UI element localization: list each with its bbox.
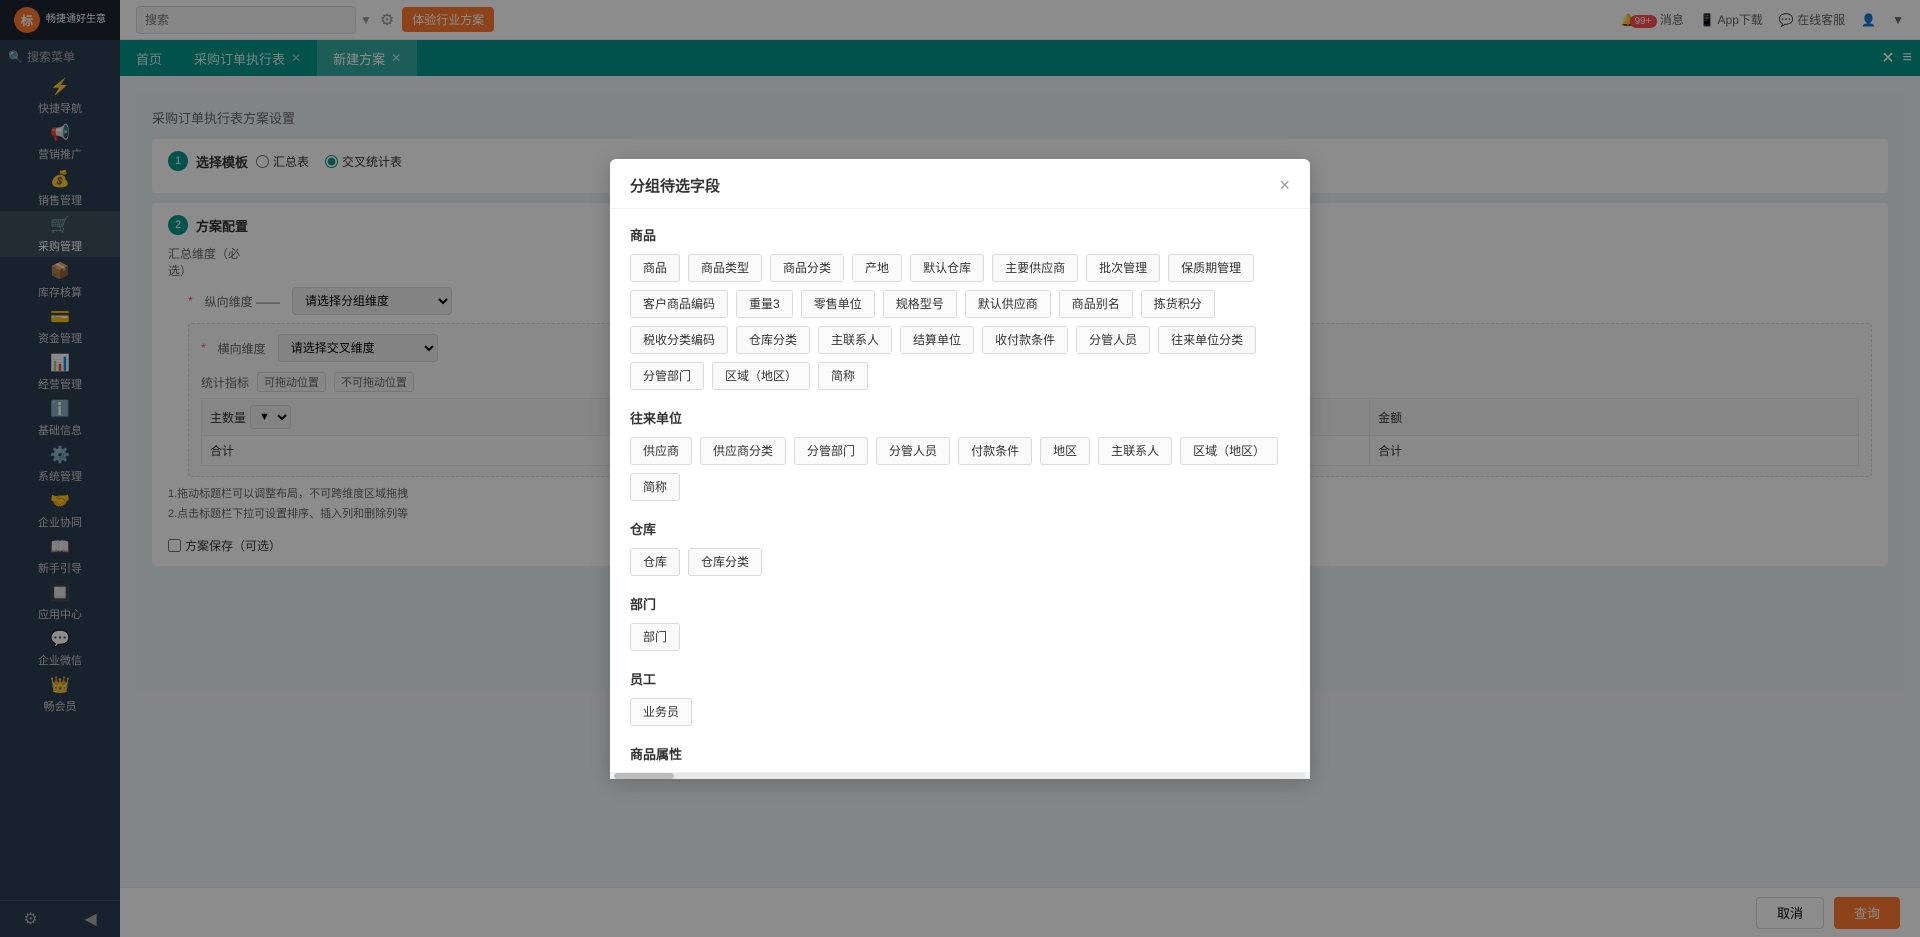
- field-group-department: 部门 部门: [630, 594, 1290, 651]
- field-group-department-title: 部门: [630, 594, 1290, 613]
- field-chips-partner: 供应商 供应商分类 分管部门 分管人员 付款条件 地区 主联系人 区域（地区） …: [630, 437, 1290, 501]
- chip-product-商品分类[interactable]: 商品分类: [770, 254, 844, 282]
- chip-product-主要供应商[interactable]: 主要供应商: [992, 254, 1078, 282]
- chip-product-主联系人[interactable]: 主联系人: [818, 326, 892, 354]
- chip-partner-分管部门[interactable]: 分管部门: [794, 437, 868, 465]
- chip-warehouse-仓库分类[interactable]: 仓库分类: [688, 548, 762, 576]
- chip-product-保质期管理[interactable]: 保质期管理: [1168, 254, 1254, 282]
- field-chips-employee: 业务员: [630, 698, 1290, 726]
- chip-partner-简称[interactable]: 简称: [630, 473, 680, 501]
- field-chips-warehouse: 仓库 仓库分类: [630, 548, 1290, 576]
- chip-product-拣货积分[interactable]: 拣货积分: [1141, 290, 1215, 318]
- field-group-employee: 员工 业务员: [630, 669, 1290, 726]
- field-chips-product: 商品 商品类型 商品分类 产地 默认仓库 主要供应商 批次管理 保质期管理 客户…: [630, 254, 1290, 390]
- modal-hscroll[interactable]: [610, 772, 1310, 779]
- chip-product-结算单位[interactable]: 结算单位: [900, 326, 974, 354]
- modal-title: 分组待选字段: [630, 175, 720, 196]
- chip-product-分管部门[interactable]: 分管部门: [630, 362, 704, 390]
- chip-department-部门[interactable]: 部门: [630, 623, 680, 651]
- chip-product-商品别名[interactable]: 商品别名: [1059, 290, 1133, 318]
- chip-employee-业务员[interactable]: 业务员: [630, 698, 692, 726]
- modal-hscroll-thumb[interactable]: [614, 773, 674, 779]
- field-chips-department: 部门: [630, 623, 1290, 651]
- chip-product-客户商品编码[interactable]: 客户商品编码: [630, 290, 728, 318]
- chip-product-仓库分类[interactable]: 仓库分类: [736, 326, 810, 354]
- chip-product-分管人员[interactable]: 分管人员: [1076, 326, 1150, 354]
- chip-partner-分管人员[interactable]: 分管人员: [876, 437, 950, 465]
- chip-product-税收分类编码[interactable]: 税收分类编码: [630, 326, 728, 354]
- field-group-partner: 往来单位 供应商 供应商分类 分管部门 分管人员 付款条件 地区 主联系人 区域…: [630, 408, 1290, 501]
- chip-partner-地区[interactable]: 地区: [1040, 437, 1090, 465]
- modal-hscroll-track: [614, 773, 1306, 779]
- chip-product-产地[interactable]: 产地: [852, 254, 902, 282]
- field-group-product-attr-title: 商品属性: [630, 744, 1290, 763]
- chip-product-往来单位分类[interactable]: 往来单位分类: [1158, 326, 1256, 354]
- chip-warehouse-仓库[interactable]: 仓库: [630, 548, 680, 576]
- modal-overlay: 分组待选字段 × 商品 商品 商品类型 商品分类 产地 默认仓库 主要供应商 批…: [0, 0, 1920, 937]
- chip-product-重量3[interactable]: 重量3: [736, 290, 793, 318]
- modal: 分组待选字段 × 商品 商品 商品类型 商品分类 产地 默认仓库 主要供应商 批…: [610, 159, 1310, 779]
- chip-product-零售单位[interactable]: 零售单位: [801, 290, 875, 318]
- chip-partner-主联系人[interactable]: 主联系人: [1098, 437, 1172, 465]
- chip-partner-区域地区[interactable]: 区域（地区）: [1180, 437, 1278, 465]
- modal-body: 商品 商品 商品类型 商品分类 产地 默认仓库 主要供应商 批次管理 保质期管理…: [610, 209, 1310, 772]
- field-group-product-attr: 商品属性 属性 颜色 多规格 尺码 鞋码 1: [630, 744, 1290, 772]
- chip-product-默认仓库[interactable]: 默认仓库: [910, 254, 984, 282]
- modal-header: 分组待选字段 ×: [610, 159, 1310, 209]
- field-group-warehouse: 仓库 仓库 仓库分类: [630, 519, 1290, 576]
- chip-product-默认供应商[interactable]: 默认供应商: [965, 290, 1051, 318]
- field-group-partner-title: 往来单位: [630, 408, 1290, 427]
- field-group-employee-title: 员工: [630, 669, 1290, 688]
- chip-product-商品类型[interactable]: 商品类型: [688, 254, 762, 282]
- chip-partner-供应商分类[interactable]: 供应商分类: [700, 437, 786, 465]
- field-group-product-title: 商品: [630, 225, 1290, 244]
- modal-close-button[interactable]: ×: [1279, 175, 1290, 196]
- chip-product-批次管理[interactable]: 批次管理: [1086, 254, 1160, 282]
- chip-product-区域地区[interactable]: 区域（地区）: [712, 362, 810, 390]
- field-group-product: 商品 商品 商品类型 商品分类 产地 默认仓库 主要供应商 批次管理 保质期管理…: [630, 225, 1290, 390]
- field-group-warehouse-title: 仓库: [630, 519, 1290, 538]
- chip-partner-供应商[interactable]: 供应商: [630, 437, 692, 465]
- chip-product-规格型号[interactable]: 规格型号: [883, 290, 957, 318]
- chip-product-简称[interactable]: 简称: [818, 362, 868, 390]
- chip-product-商品[interactable]: 商品: [630, 254, 680, 282]
- chip-partner-付款条件[interactable]: 付款条件: [958, 437, 1032, 465]
- chip-product-收付款条件[interactable]: 收付款条件: [982, 326, 1068, 354]
